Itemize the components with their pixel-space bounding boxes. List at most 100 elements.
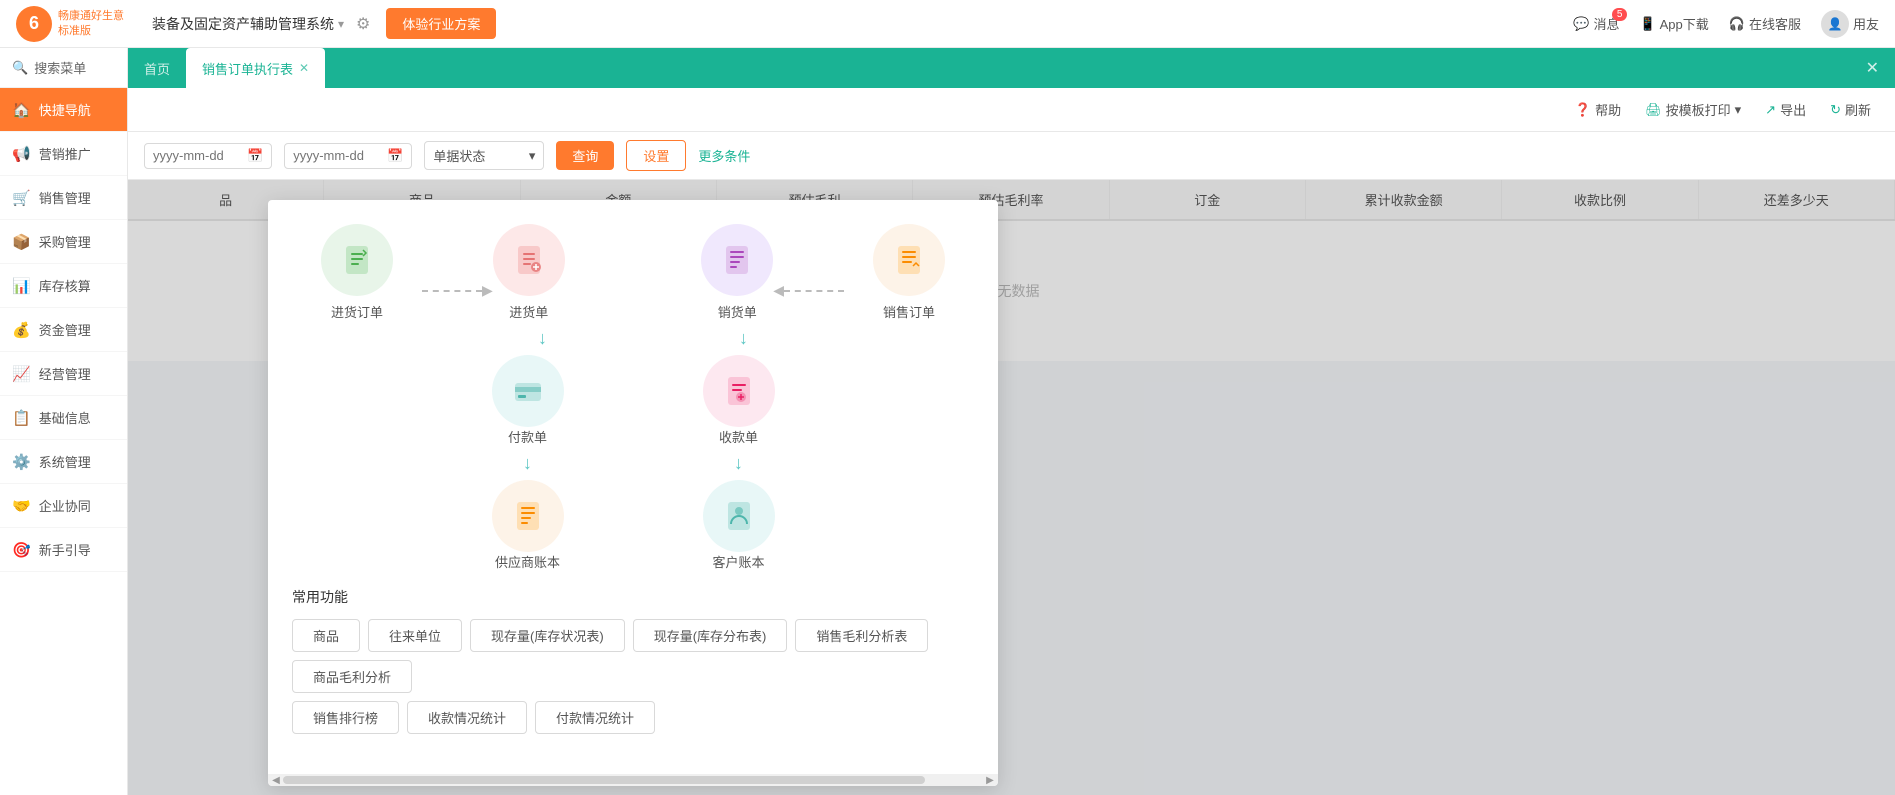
sidebar: 🔍 搜索菜单 🏠 快捷导航 📢 营销推广 🛒 销售管理 📦 采购管理 📊 (0, 48, 128, 795)
tab-sales-order[interactable]: 销售订单执行表 ✕ (186, 48, 325, 88)
modal-scrollbar[interactable]: ◀ ▶ (268, 774, 998, 786)
function-buttons-row1: 商品 往来单位 现存量(库存状况表) 现存量(库存分布表) 销售毛利分析表 商品… (292, 619, 974, 693)
sidebar-item-system[interactable]: ⚙️ 系统管理 (0, 440, 127, 484)
tab-bar: 首页 销售订单执行表 ✕ ✕ (128, 48, 1895, 88)
func-btn-receipt-stats[interactable]: 收款情况统计 (407, 701, 527, 734)
system-title-area: 装备及固定资产辅助管理系统 ▾ ⚙ (144, 14, 370, 34)
sidebar-item-inventory[interactable]: 📊 库存核算 (0, 264, 127, 308)
sidebar-item-newbie[interactable]: 🎯 新手引导 (0, 528, 127, 572)
sidebar-item-quick-nav[interactable]: 🏠 快捷导航 (0, 88, 127, 132)
flow-payment: 付款单 (463, 355, 593, 446)
sidebar-item-marketing[interactable]: 📢 营销推广 (0, 132, 127, 176)
tab-close-icon[interactable]: ✕ (299, 61, 309, 75)
supplier-account-icon (492, 480, 564, 552)
app-icon: 📱 (1639, 16, 1655, 32)
settings-icon[interactable]: ⚙ (356, 14, 370, 34)
func-btn-inventory-status[interactable]: 现存量(库存状况表) (470, 619, 625, 652)
logo-area: 6 畅康通好生意 标准版 (16, 6, 144, 42)
status-dropdown-icon: ▾ (529, 148, 536, 164)
basic-icon: 📋 (12, 409, 31, 427)
enterprise-icon: 🤝 (12, 497, 31, 515)
export-icon: ↗ (1765, 102, 1776, 118)
flow-purchase-bill: 进货单 (493, 224, 565, 321)
toolbar: ❓ 帮助 🖨 按模板打印 ▾ ↗ 导出 ↻ 刷新 (128, 88, 1895, 132)
print-dropdown-icon: ▾ (1735, 102, 1742, 118)
system-title: 装备及固定资产辅助管理系统 (152, 14, 334, 34)
marketing-icon: 📢 (12, 145, 31, 163)
date-input[interactable]: 📅 (144, 143, 272, 169)
query-button[interactable]: 查询 (556, 141, 614, 170)
inventory-icon: 📊 (12, 277, 31, 295)
search-icon: 🔍 (12, 60, 28, 76)
calendar-icon: 📅 (247, 148, 263, 164)
export-button[interactable]: ↗ 导出 (1757, 96, 1814, 123)
sidebar-item-finance[interactable]: 💰 资金管理 (0, 308, 127, 352)
tab-home[interactable]: 首页 (128, 48, 186, 88)
online-service-button[interactable]: 🎧 在线客服 (1729, 14, 1801, 33)
func-btn-sales-rank[interactable]: 销售排行榜 (292, 701, 399, 734)
sidebar-item-sales[interactable]: 🛒 销售管理 (0, 176, 127, 220)
sidebar-item-operation[interactable]: 📈 经营管理 (0, 352, 127, 396)
func-btn-sales-margin[interactable]: 销售毛利分析表 (795, 619, 928, 652)
print-icon: 🖨 (1645, 102, 1662, 118)
quick-nav-modal: 进货订单 ▶ (268, 200, 998, 786)
print-button[interactable]: 🖨 按模板打印 ▾ (1637, 96, 1749, 123)
service-icon: 🎧 (1729, 16, 1745, 32)
message-badge: 5 (1612, 8, 1628, 21)
refresh-button[interactable]: ↻ 刷新 (1822, 96, 1879, 123)
home-icon: 🏠 (12, 101, 31, 119)
purchase-bill-icon (493, 224, 565, 296)
scroll-left-icon[interactable]: ◀ (268, 774, 284, 786)
function-buttons-row2: 销售排行榜 收款情况统计 付款情况统计 (292, 701, 974, 734)
content-area: 首页 销售订单执行表 ✕ ✕ ❓ 帮助 🖨 按模板打印 ▾ (128, 48, 1895, 795)
message-button[interactable]: 💬 消息 5 (1573, 14, 1619, 33)
tab-close-all-icon[interactable]: ✕ (1866, 58, 1879, 78)
sidebar-item-purchase[interactable]: 📦 采购管理 (0, 220, 127, 264)
user-menu[interactable]: 👤 用友 (1821, 10, 1879, 38)
sales-icon: 🛒 (12, 189, 31, 207)
user-avatar: 👤 (1821, 10, 1849, 38)
func-btn-product[interactable]: 商品 (292, 619, 360, 652)
app-download-button[interactable]: 📱 App下载 (1639, 14, 1708, 33)
customer-account-icon (703, 480, 775, 552)
sales-bill-icon (701, 224, 773, 296)
operation-icon: 📈 (12, 365, 31, 383)
finance-icon: 💰 (12, 321, 31, 339)
flow-receipt: 收款单 (674, 355, 804, 446)
scrollbar-thumb[interactable] (283, 776, 925, 784)
scroll-right-icon[interactable]: ▶ (982, 774, 998, 786)
help-button[interactable]: ❓ 帮助 (1567, 96, 1629, 123)
sidebar-item-enterprise[interactable]: 🤝 企业协同 (0, 484, 127, 528)
flow-sales-order: 销售订单 (844, 224, 974, 321)
message-icon: 💬 (1573, 16, 1589, 32)
filter-area: 📅 📅 单据状态 ▾ 查询 设置 更多条件 (128, 132, 1895, 180)
set-button[interactable]: 设置 (626, 140, 686, 171)
search-menu[interactable]: 🔍 搜索菜单 (0, 48, 127, 88)
common-functions-title: 常用功能 (292, 587, 974, 607)
newbie-icon: 🎯 (12, 541, 31, 559)
func-btn-inventory-dist[interactable]: 现存量(库存分布表) (633, 619, 788, 652)
status-select[interactable]: 单据状态 ▾ (424, 141, 544, 170)
purchase-icon: 📦 (12, 233, 31, 251)
purchase-order-icon (321, 224, 393, 296)
dropdown-icon[interactable]: ▾ (338, 17, 344, 31)
help-icon: ❓ (1575, 102, 1591, 118)
func-btn-partner[interactable]: 往来单位 (368, 619, 462, 652)
date-to-input[interactable]: 📅 (284, 143, 412, 169)
trial-button[interactable]: 体验行业方案 (386, 8, 496, 39)
receipt-icon (703, 355, 775, 427)
func-btn-product-margin[interactable]: 商品毛利分析 (292, 660, 412, 693)
flow-sales-bill: 销货单 (701, 224, 773, 321)
flow-supplier-account: 供应商账本 (463, 480, 593, 571)
calendar-icon2: 📅 (387, 148, 403, 164)
page-content: 品 商品 金额 预估毛利 预估毛利率 订金 累计收款金额 收款比例 还差多少天 … (128, 180, 1895, 795)
payment-icon (492, 355, 564, 427)
modal-overlay: 进货订单 ▶ (128, 180, 1895, 795)
flow-purchase-order: 进货订单 (292, 224, 422, 321)
more-conditions[interactable]: 更多条件 (698, 146, 750, 165)
logo-text: 畅康通好生意 标准版 (58, 9, 124, 38)
func-btn-payment-stats[interactable]: 付款情况统计 (535, 701, 655, 734)
flow-customer-account: 客户账本 (674, 480, 804, 571)
sidebar-item-basic[interactable]: 📋 基础信息 (0, 396, 127, 440)
refresh-icon: ↻ (1830, 102, 1841, 118)
